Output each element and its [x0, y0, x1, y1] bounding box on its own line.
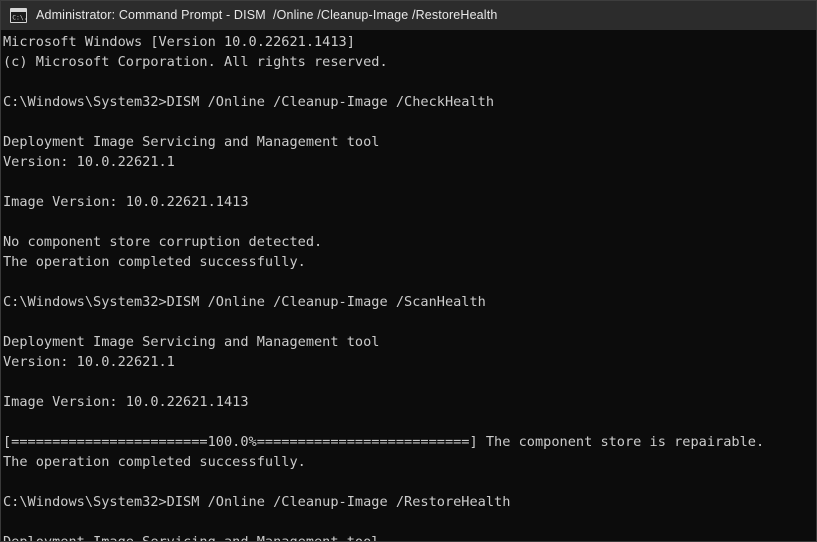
console-line: Deployment Image Servicing and Managemen…: [3, 334, 380, 350]
console-line: Deployment Image Servicing and Managemen…: [3, 134, 380, 150]
console-line: Version: 10.0.22621.1: [3, 154, 175, 170]
console-line: Image Version: 10.0.22621.1413: [3, 194, 249, 210]
console-line: No component store corruption detected.: [3, 234, 323, 250]
console-line-command: C:\Windows\System32>DISM /Online /Cleanu…: [3, 294, 486, 310]
console-output[interactable]: Microsoft Windows [Version 10.0.22621.14…: [1, 30, 816, 541]
console-line: Deployment Image Servicing and Managemen…: [2, 532, 816, 541]
console-line: Image Version: 10.0.22621.1413: [3, 394, 249, 410]
command-prompt-window: C:\. Administrator: Command Prompt - DIS…: [0, 0, 817, 542]
progress-bar-line: [========================100.0%=========…: [3, 434, 765, 450]
console-line-command: C:\Windows\System32>DISM /Online /Cleanu…: [3, 494, 511, 510]
console-line: Version: 10.0.22621.1: [3, 354, 175, 370]
console-scrollbar[interactable]: [813, 30, 816, 541]
console-line-command: C:\Windows\System32>DISM /Online /Cleanu…: [3, 94, 495, 110]
console-line: The operation completed successfully.: [3, 254, 306, 270]
title-bar[interactable]: C:\. Administrator: Command Prompt - DIS…: [1, 1, 816, 30]
console-line: (c) Microsoft Corporation. All rights re…: [3, 54, 388, 70]
console-line: The operation completed successfully.: [3, 454, 306, 470]
window-title: Administrator: Command Prompt - DISM /On…: [36, 8, 498, 23]
svg-text:C:\.: C:\.: [12, 13, 27, 21]
command-prompt-icon: C:\.: [10, 8, 28, 23]
console-line: Microsoft Windows [Version 10.0.22621.14…: [3, 34, 355, 50]
